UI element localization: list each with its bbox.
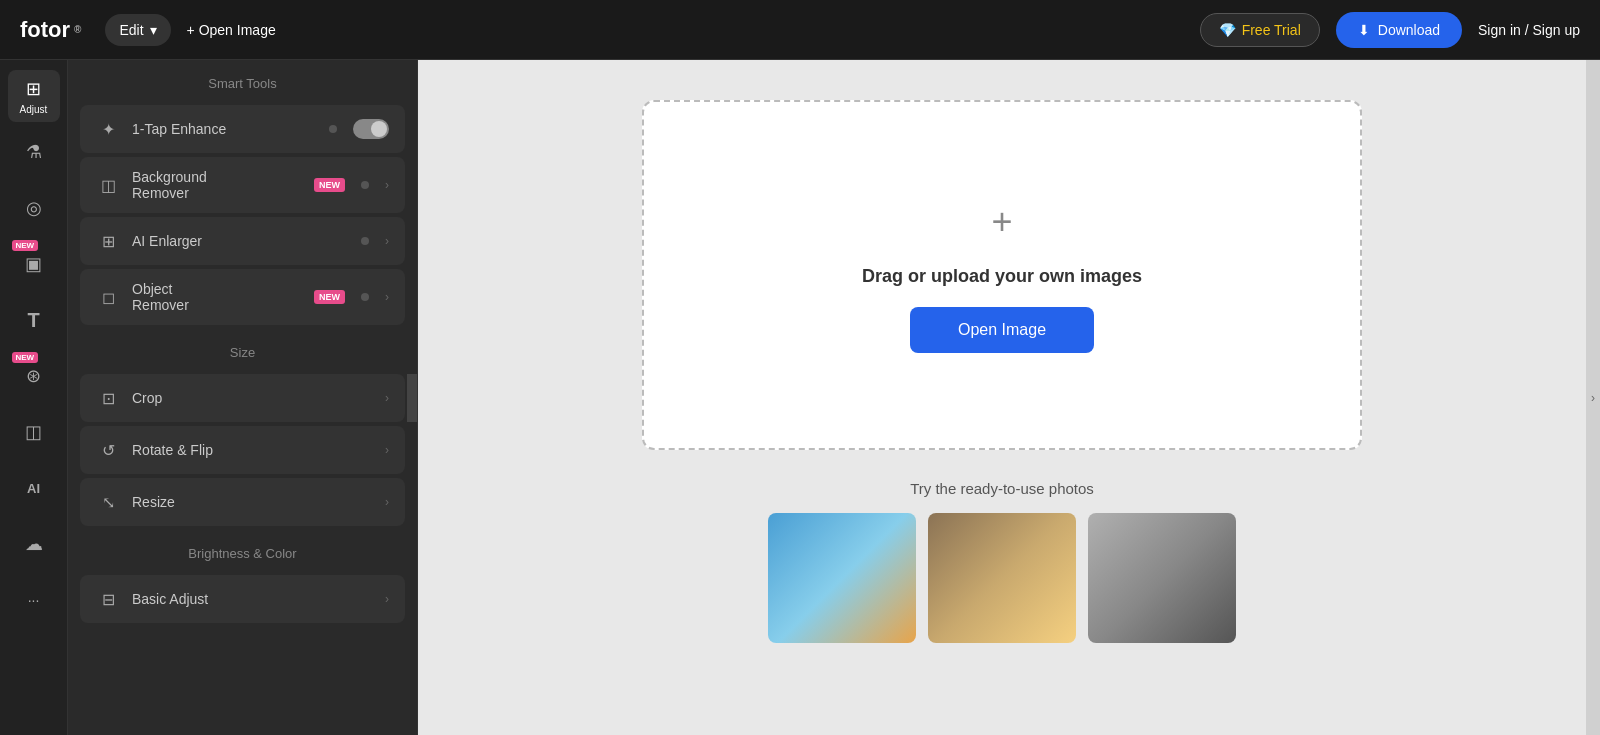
icon-rail: ⊞ Adjust ⚗ ◎ NEW ▣ T NEW ⊛ ◫ AI ☁ ··· bbox=[0, 60, 68, 735]
right-panel-collapse[interactable]: › bbox=[1586, 60, 1600, 735]
effects-icon: ◎ bbox=[26, 197, 42, 219]
tool-name-basic-adjust: Basic Adjust bbox=[132, 591, 373, 607]
open-image-header-button[interactable]: + Open Image bbox=[187, 22, 276, 38]
ready-title: Try the ready-to-use photos bbox=[642, 480, 1362, 497]
sample-photo-2[interactable] bbox=[928, 513, 1076, 643]
adjust-icon: ⊞ bbox=[26, 78, 41, 100]
frames-icon: ▣ bbox=[25, 253, 42, 275]
logo: fotor® bbox=[20, 17, 81, 43]
obj-dot bbox=[361, 293, 369, 301]
left-panel: Smart Tools ✦ 1-Tap Enhance ◫ Background… bbox=[68, 60, 418, 735]
sign-in-button[interactable]: Sign in / Sign up bbox=[1478, 22, 1580, 38]
tool-name-rotate: Rotate & Flip bbox=[132, 442, 373, 458]
plus-icon: + bbox=[978, 198, 1026, 246]
resize-icon: ⤡ bbox=[96, 490, 120, 514]
header-right: 💎 Free Trial ⬇ Download Sign in / Sign u… bbox=[1200, 12, 1580, 48]
crop-icon: ⊡ bbox=[96, 386, 120, 410]
ai-icon: AI bbox=[27, 481, 40, 496]
photo-grid bbox=[642, 513, 1362, 643]
tool-item-bg-remover[interactable]: ◫ BackgroundRemover NEW › bbox=[80, 157, 405, 213]
tool-name-crop: Crop bbox=[132, 390, 373, 406]
enhance-dot bbox=[329, 125, 337, 133]
obj-new-badge: NEW bbox=[314, 290, 345, 304]
more-icon: ··· bbox=[28, 592, 40, 608]
stickers-icon: ⊛ bbox=[26, 365, 41, 387]
sample-photo-3[interactable] bbox=[1088, 513, 1236, 643]
bg-dot bbox=[361, 181, 369, 189]
rail-item-cloud[interactable]: ☁ bbox=[8, 518, 60, 570]
sample-photo-1[interactable] bbox=[768, 513, 916, 643]
rail-item-adjust[interactable]: ⊞ Adjust bbox=[8, 70, 60, 122]
rotate-arrow-icon: › bbox=[385, 443, 389, 457]
tool-name-ai-enlarger: AI Enlarger bbox=[132, 233, 349, 249]
rail-item-elements[interactable]: ◫ bbox=[8, 406, 60, 458]
tool-item-resize[interactable]: ⤡ Resize › bbox=[80, 478, 405, 526]
bg-remover-icon: ◫ bbox=[96, 173, 120, 197]
elements-icon: ◫ bbox=[25, 421, 42, 443]
canvas-area: + Drag or upload your own images Open Im… bbox=[418, 60, 1586, 735]
main-content: ⊞ Adjust ⚗ ◎ NEW ▣ T NEW ⊛ ◫ AI ☁ ··· bbox=[0, 60, 1600, 735]
obj-remover-icon: ◻ bbox=[96, 285, 120, 309]
enhance-toggle[interactable] bbox=[353, 119, 389, 139]
crop-arrow-icon: › bbox=[385, 391, 389, 405]
tool-item-rotate[interactable]: ↺ Rotate & Flip › bbox=[80, 426, 405, 474]
chevron-right-icon: › bbox=[1591, 391, 1595, 405]
rail-item-frames[interactable]: NEW ▣ bbox=[8, 238, 60, 290]
toggle-knob bbox=[371, 121, 387, 137]
bg-arrow-icon: › bbox=[385, 178, 389, 192]
size-title: Size bbox=[68, 329, 417, 370]
tool-item-ai-enlarger[interactable]: ⊞ AI Enlarger › bbox=[80, 217, 405, 265]
new-badge-stickers: NEW bbox=[12, 352, 39, 363]
tool-name-resize: Resize bbox=[132, 494, 373, 510]
text-icon: T bbox=[27, 309, 39, 332]
rail-item-ai[interactable]: AI bbox=[8, 462, 60, 514]
edit-button[interactable]: Edit ▾ bbox=[105, 14, 170, 46]
tool-item-one-tap[interactable]: ✦ 1-Tap Enhance bbox=[80, 105, 405, 153]
tool-item-basic-adjust[interactable]: ⊟ Basic Adjust › bbox=[80, 575, 405, 623]
enhance-icon: ✦ bbox=[96, 117, 120, 141]
obj-arrow-icon: › bbox=[385, 290, 389, 304]
free-trial-button[interactable]: 💎 Free Trial bbox=[1200, 13, 1320, 47]
new-badge-frames: NEW bbox=[12, 240, 39, 251]
download-icon: ⬇ bbox=[1358, 22, 1370, 38]
enlarger-dot bbox=[361, 237, 369, 245]
chevron-down-icon: ▾ bbox=[150, 22, 157, 38]
rail-item-stickers[interactable]: NEW ⊛ bbox=[8, 350, 60, 402]
open-image-canvas-button[interactable]: Open Image bbox=[910, 307, 1094, 353]
tool-name-one-tap: 1-Tap Enhance bbox=[132, 121, 317, 137]
tool-item-crop[interactable]: ⊡ Crop › bbox=[80, 374, 405, 422]
beauty-icon: ⚗ bbox=[26, 141, 42, 163]
ready-section: Try the ready-to-use photos bbox=[642, 480, 1362, 643]
tool-name-bg-remover: BackgroundRemover bbox=[132, 169, 302, 201]
brightness-title: Brightness & Color bbox=[68, 530, 417, 571]
rail-item-effects[interactable]: ◎ bbox=[8, 182, 60, 234]
cloud-icon: ☁ bbox=[25, 533, 43, 555]
diamond-icon: 💎 bbox=[1219, 22, 1236, 38]
ai-enlarger-icon: ⊞ bbox=[96, 229, 120, 253]
header: fotor® Edit ▾ + Open Image 💎 Free Trial … bbox=[0, 0, 1600, 60]
rail-item-beauty[interactable]: ⚗ bbox=[8, 126, 60, 178]
adjust-label: Adjust bbox=[20, 104, 48, 115]
upload-zone[interactable]: + Drag or upload your own images Open Im… bbox=[642, 100, 1362, 450]
download-button[interactable]: ⬇ Download bbox=[1336, 12, 1462, 48]
basic-adjust-icon: ⊟ bbox=[96, 587, 120, 611]
enlarger-arrow-icon: › bbox=[385, 234, 389, 248]
smart-tools-title: Smart Tools bbox=[68, 60, 417, 101]
rail-item-text[interactable]: T bbox=[8, 294, 60, 346]
resize-arrow-icon: › bbox=[385, 495, 389, 509]
tool-name-obj-remover: ObjectRemover bbox=[132, 281, 302, 313]
panel-collapse-button[interactable]: ‹ bbox=[407, 374, 418, 422]
upload-text: Drag or upload your own images bbox=[862, 266, 1142, 287]
rotate-icon: ↺ bbox=[96, 438, 120, 462]
tool-item-obj-remover[interactable]: ◻ ObjectRemover NEW › bbox=[80, 269, 405, 325]
bg-new-badge: NEW bbox=[314, 178, 345, 192]
rail-item-more[interactable]: ··· bbox=[8, 574, 60, 626]
basic-adjust-arrow-icon: › bbox=[385, 592, 389, 606]
